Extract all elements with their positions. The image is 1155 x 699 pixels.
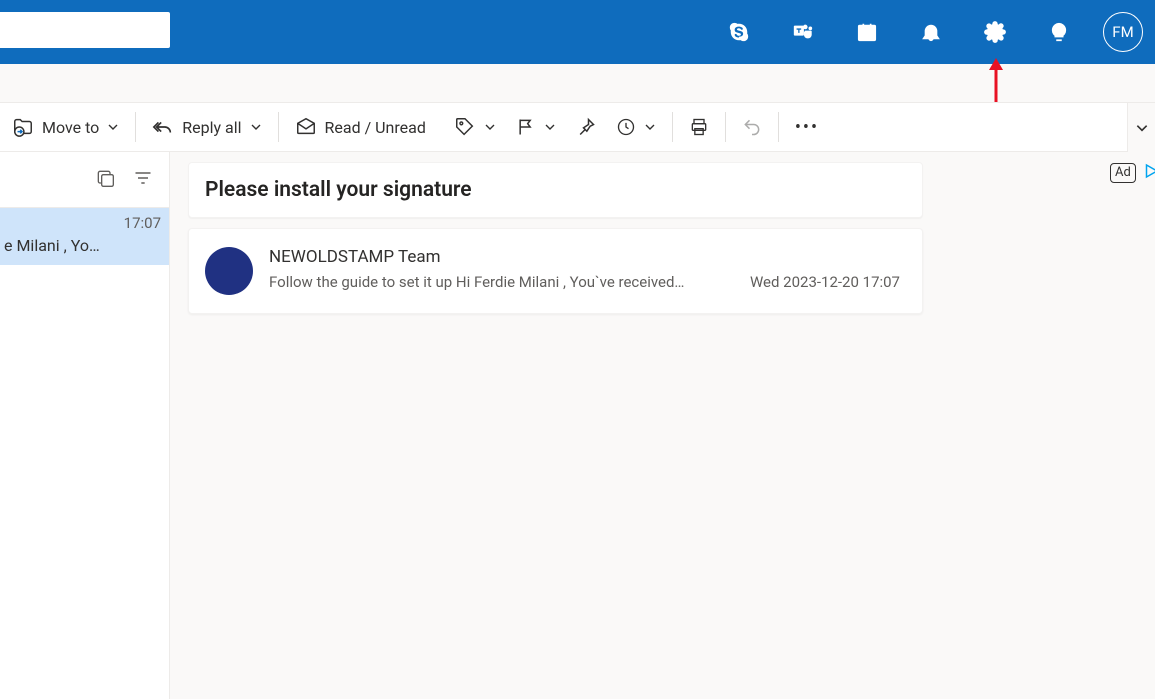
separator <box>135 112 136 142</box>
list-tools <box>0 152 169 208</box>
message-header[interactable]: NEWOLDSTAMP Team Follow the guide to set… <box>188 228 923 314</box>
teams-icon[interactable] <box>771 0 835 64</box>
tips-icon[interactable] <box>1027 0 1091 64</box>
toolbar: Move to Reply all Read / Unread ••• <box>0 102 1155 152</box>
message-snippet: Follow the guide to set it up Hi Ferdie … <box>269 273 684 291</box>
pin-button[interactable] <box>566 103 606 151</box>
chevron-down-icon <box>644 118 656 137</box>
ad-label: Ad <box>1110 163 1136 183</box>
snooze-button[interactable] <box>606 103 666 151</box>
separator <box>278 112 279 142</box>
filter-icon[interactable] <box>133 168 153 192</box>
separator <box>778 112 779 142</box>
move-to-button[interactable]: Move to <box>2 103 129 151</box>
avatar-initials: FM <box>1112 23 1133 41</box>
undo-button[interactable] <box>732 103 772 151</box>
app-header: FM <box>0 0 1155 64</box>
reply-all-button[interactable]: Reply all <box>142 103 271 151</box>
bell-icon[interactable] <box>899 0 963 64</box>
expand-toolbar-button[interactable] <box>1127 103 1155 153</box>
chevron-down-icon <box>484 118 496 137</box>
sender-avatar <box>205 247 253 295</box>
separator <box>725 112 726 142</box>
read-unread-label: Read / Unread <box>325 118 426 137</box>
categorize-button[interactable] <box>436 103 506 151</box>
calendar-icon[interactable] <box>835 0 899 64</box>
separator <box>672 112 673 142</box>
chevron-down-icon <box>250 118 262 137</box>
skype-icon[interactable] <box>707 0 771 64</box>
sender-name: NEWOLDSTAMP Team <box>269 247 900 267</box>
chevron-down-icon <box>544 118 556 137</box>
print-button[interactable] <box>679 103 719 151</box>
content: 17:07 e Milani , Yo… Please install your… <box>0 152 1155 699</box>
settings-icon[interactable] <box>963 0 1027 64</box>
email-subject: Please install your signature <box>188 162 923 218</box>
reading-pane: Please install your signature Ad NEWOLDS… <box>170 152 1155 699</box>
list-item-preview: e Milani , Yo… <box>4 236 161 255</box>
chevron-down-icon <box>107 118 119 137</box>
header-icons: FM <box>707 0 1155 64</box>
more-button[interactable]: ••• <box>785 103 829 151</box>
message-timestamp: Wed 2023-12-20 17:07 <box>750 273 900 291</box>
avatar[interactable]: FM <box>1103 12 1143 52</box>
move-to-label: Move to <box>42 118 99 137</box>
read-unread-button[interactable]: Read / Unread <box>285 103 436 151</box>
adchoices-icon <box>1142 162 1155 184</box>
select-all-icon[interactable] <box>95 168 115 192</box>
message-list-pane: 17:07 e Milani , Yo… <box>0 152 170 699</box>
list-item-time: 17:07 <box>4 214 161 232</box>
search-input[interactable] <box>0 12 170 48</box>
reply-all-label: Reply all <box>182 118 241 137</box>
ad-badge[interactable]: Ad <box>1110 162 1155 184</box>
list-item[interactable]: 17:07 e Milani , Yo… <box>0 208 169 265</box>
flag-button[interactable] <box>506 103 566 151</box>
